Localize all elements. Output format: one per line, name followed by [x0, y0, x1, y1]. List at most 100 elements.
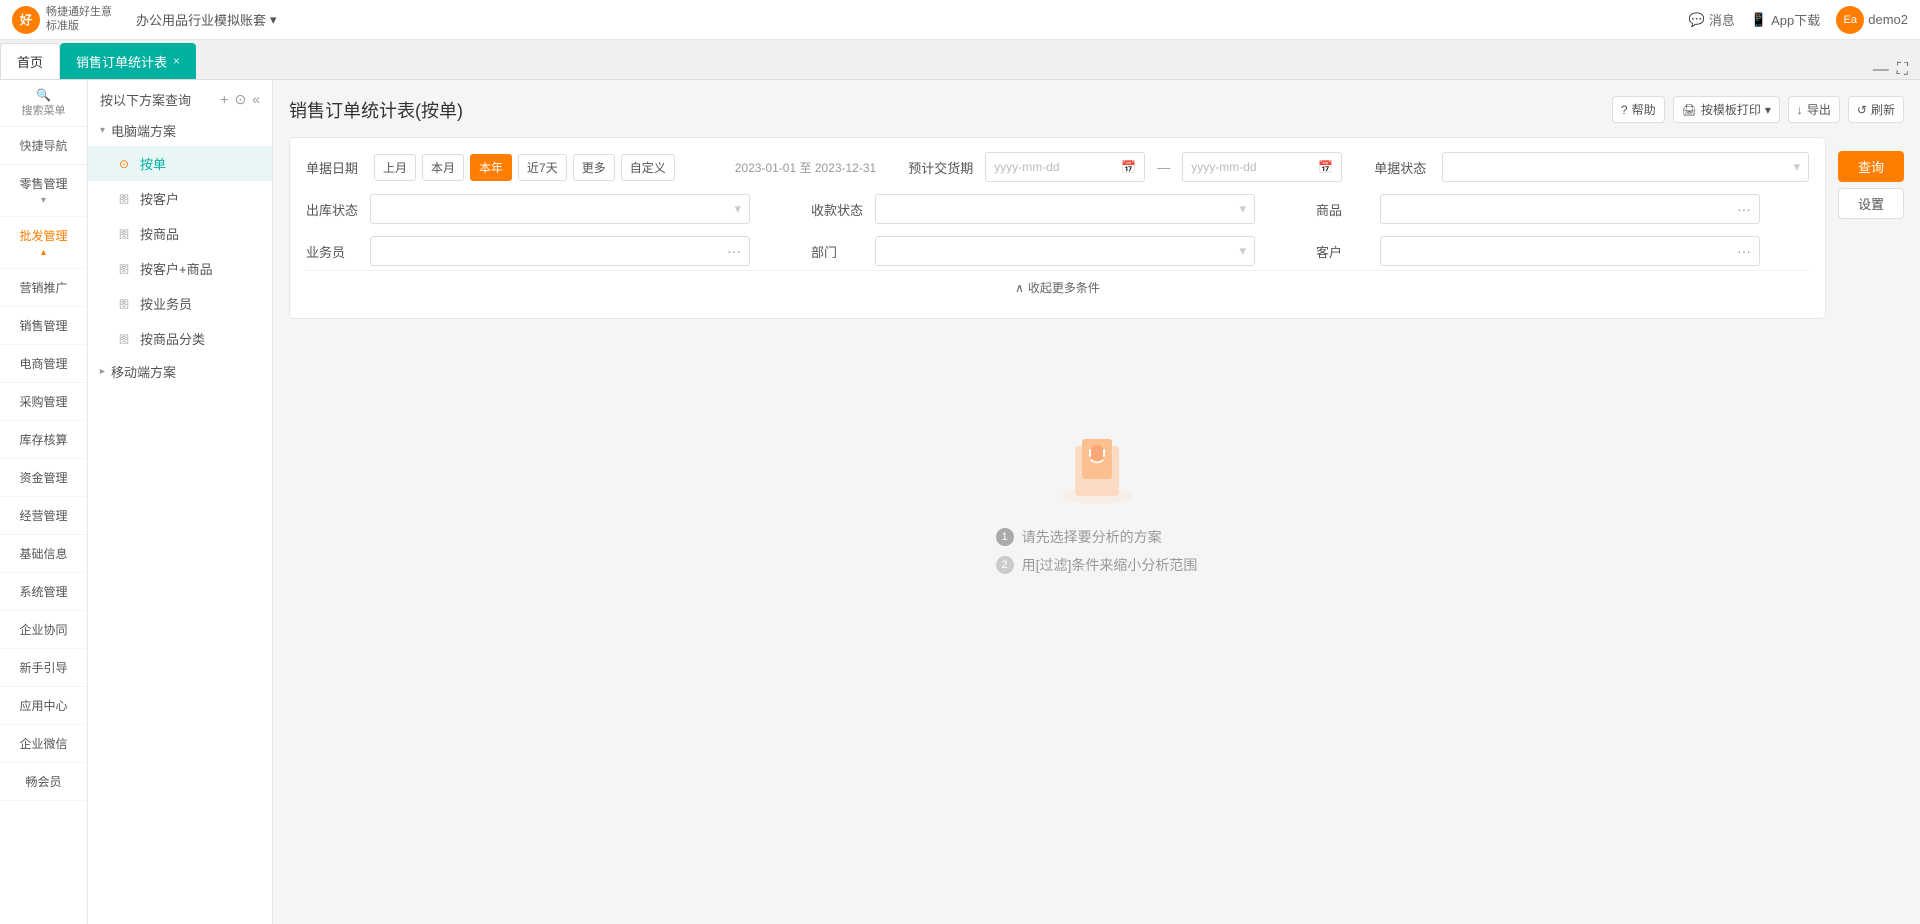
chevron-icon: ▾ [41, 195, 46, 206]
sidebar-item-retail[interactable]: 零售管理 ▾ [0, 165, 87, 217]
sidebar-item-corp[interactable]: 企业协同 [0, 611, 87, 649]
collapse-button[interactable]: ∧ 收起更多条件 [1015, 279, 1100, 296]
status-select[interactable]: ▾ [1442, 152, 1809, 182]
customer-more-icon[interactable]: ··· [1737, 243, 1751, 259]
date-btn-this-year[interactable]: 本年 [470, 154, 512, 181]
sidebar-item-system[interactable]: 系统管理 [0, 573, 87, 611]
salesman-select[interactable]: ··· [370, 236, 750, 266]
sidebar-quick-nav[interactable]: 快捷导航 [0, 127, 87, 165]
receipt-status-select[interactable]: ▾ [875, 194, 1255, 224]
page-title-actions: ? 帮助 🖨 按模板打印 ▾ ↓ 导出 ↺ 刷新 [1612, 96, 1904, 123]
scheme-item-by-order[interactable]: ⊙ 按单 [88, 146, 272, 181]
date-btn-7days[interactable]: 近7天 [518, 154, 567, 181]
tabbar: 首页 销售订单统计表 × — ⛶ [0, 40, 1920, 80]
empty-tip-2: 2 用[过滤]条件来缩小分析范围 [996, 555, 1198, 575]
scheme-item-by-customer-product[interactable]: 图 按客户+商品 [88, 251, 272, 286]
logo-text: 畅捷通好生意 标准版 [46, 6, 112, 32]
collapse-icon: ∧ [1015, 281, 1024, 295]
export-button[interactable]: ↓ 导出 [1788, 96, 1840, 123]
dept-select[interactable]: ▾ [875, 236, 1255, 266]
sidebar-item-finance[interactable]: 资金管理 [0, 459, 87, 497]
filter-cell-dept: 部门 ▾ [811, 236, 1304, 266]
sidebar-item-newbie[interactable]: 新手引导 [0, 649, 87, 687]
page-title: 销售订单统计表(按单) [289, 97, 463, 123]
scheme-icon-salesman: 图 [116, 296, 132, 312]
scheme-icon-cust-prod: 图 [116, 261, 132, 277]
out-status-select[interactable]: ▾ [370, 194, 750, 224]
sidebar-item-inventory[interactable]: 库存核算 [0, 421, 87, 459]
search-button[interactable]: 查询 [1838, 151, 1904, 182]
collapse-panel-icon[interactable]: « [252, 91, 260, 108]
refresh-button[interactable]: ↺ 刷新 [1848, 96, 1904, 123]
logo-icon: 好 [12, 6, 40, 34]
scheme-item-by-product[interactable]: 图 按商品 [88, 216, 272, 251]
avatar: Ea [1836, 6, 1864, 34]
user-menu[interactable]: Ea demo2 [1836, 6, 1908, 34]
left-panel: 按以下方案查询 + ⊙ « ▾ 电脑端方案 ⊙ 按单 图 按客户 [88, 80, 273, 924]
filter-cell-customer: 客户 ··· [1316, 236, 1809, 266]
export-icon: ↓ [1797, 103, 1803, 117]
print-button[interactable]: 🖨 按模板打印 ▾ [1673, 96, 1780, 123]
main-panel: 销售订单统计表(按单) ? 帮助 🖨 按模板打印 ▾ ↓ 导出 [273, 80, 1920, 924]
date-btn-more[interactable]: 更多 [573, 154, 615, 181]
filter-row-date: 单据日期 上月 本月 本年 近7天 更多 自定义 2023-01-01 至 20… [306, 152, 1809, 182]
help-button[interactable]: ? 帮助 [1612, 96, 1665, 123]
empty-illustration [1047, 411, 1147, 511]
expected-date-to[interactable]: yyyy-mm-dd 📅 [1182, 152, 1342, 182]
message-button[interactable]: 💬 消息 [1689, 10, 1735, 29]
filter-row-status: 出库状态 ▾ 收款状态 ▾ [306, 194, 1809, 224]
minimize-icon[interactable]: — [1873, 61, 1889, 79]
tab-sales-order[interactable]: 销售订单统计表 × [60, 43, 196, 79]
date-btn-this-month[interactable]: 本月 [422, 154, 464, 181]
product-select[interactable]: ··· [1380, 194, 1760, 224]
chevron-icon: ▴ [41, 247, 46, 258]
search-icon: 🔍 [36, 88, 51, 102]
sidebar-item-wechat[interactable]: 企业微信 [0, 725, 87, 763]
expected-date-from[interactable]: yyyy-mm-dd 📅 [985, 152, 1145, 182]
sidebar-search[interactable]: 🔍 搜索菜单 [0, 80, 87, 127]
scheme-section-desktop: ▾ 电脑端方案 ⊙ 按单 图 按客户 图 按商品 图 按客户+商品 [88, 115, 272, 356]
sidebar-item-sales[interactable]: 销售管理 [0, 307, 87, 345]
scheme-icon-order: ⊙ [116, 156, 132, 172]
scheme-item-by-category[interactable]: 图 按商品分类 [88, 321, 272, 356]
edit-scheme-icon[interactable]: ⊙ [234, 91, 246, 108]
add-scheme-icon[interactable]: + [220, 91, 228, 108]
help-icon: ? [1621, 103, 1628, 117]
sidebar-item-ecommerce[interactable]: 电商管理 [0, 345, 87, 383]
filter-main: 单据日期 上月 本月 本年 近7天 更多 自定义 2023-01-01 至 20… [289, 137, 1826, 331]
sidebar-item-app-center[interactable]: 应用中心 [0, 687, 87, 725]
sidebar-item-membership[interactable]: 畅会员 [0, 763, 87, 801]
dept-chevron-icon: ▾ [1239, 243, 1246, 259]
receipt-status-chevron-icon: ▾ [1239, 201, 1246, 217]
maximize-icon[interactable]: ⛶ [1897, 61, 1908, 79]
tab-home[interactable]: 首页 [0, 43, 60, 79]
product-more-icon[interactable]: ··· [1737, 201, 1751, 217]
scheme-section-header-desktop[interactable]: ▾ 电脑端方案 [88, 115, 272, 146]
scheme-expand-arrow: ▾ [100, 125, 105, 136]
customer-select[interactable]: ··· [1380, 236, 1760, 266]
scheme-section-header-mobile[interactable]: ▾ 移动端方案 [88, 356, 272, 387]
settings-button[interactable]: 设置 [1838, 188, 1904, 219]
sidebar-item-basic[interactable]: 基础信息 [0, 535, 87, 573]
calendar-icon: 📅 [1121, 160, 1136, 174]
filter-side: 查询 设置 [1826, 137, 1904, 331]
date-btn-custom[interactable]: 自定义 [621, 154, 675, 181]
date-btn-last-month[interactable]: 上月 [374, 154, 416, 181]
sidebar-item-operations[interactable]: 经营管理 [0, 497, 87, 535]
chevron-down-icon: ▾ [270, 12, 277, 28]
app-selector[interactable]: 办公用品行业模拟账套 ▾ [136, 10, 277, 29]
sidebar: 🔍 搜索菜单 快捷导航 零售管理 ▾ 批发管理 ▴ 营销推广 销售管理 电商管理… [0, 80, 88, 924]
content-area: 按以下方案查询 + ⊙ « ▾ 电脑端方案 ⊙ 按单 图 按客户 [88, 80, 1920, 924]
filter-cell-salesman: 业务员 ··· [306, 236, 799, 266]
download-icon: 📱 [1751, 12, 1767, 28]
sidebar-item-wholesale[interactable]: 批发管理 ▴ [0, 217, 87, 269]
scheme-item-by-customer[interactable]: 图 按客户 [88, 181, 272, 216]
sidebar-item-marketing[interactable]: 营销推广 [0, 269, 87, 307]
tab-close-icon[interactable]: × [173, 54, 180, 68]
topbar-right: 💬 消息 📱 App下载 Ea demo2 [1689, 6, 1908, 34]
print-chevron-icon: ▾ [1765, 103, 1771, 117]
scheme-item-by-salesman[interactable]: 图 按业务员 [88, 286, 272, 321]
salesman-more-icon[interactable]: ··· [727, 243, 741, 259]
sidebar-item-purchase[interactable]: 采购管理 [0, 383, 87, 421]
app-download-button[interactable]: 📱 App下载 [1751, 10, 1820, 29]
